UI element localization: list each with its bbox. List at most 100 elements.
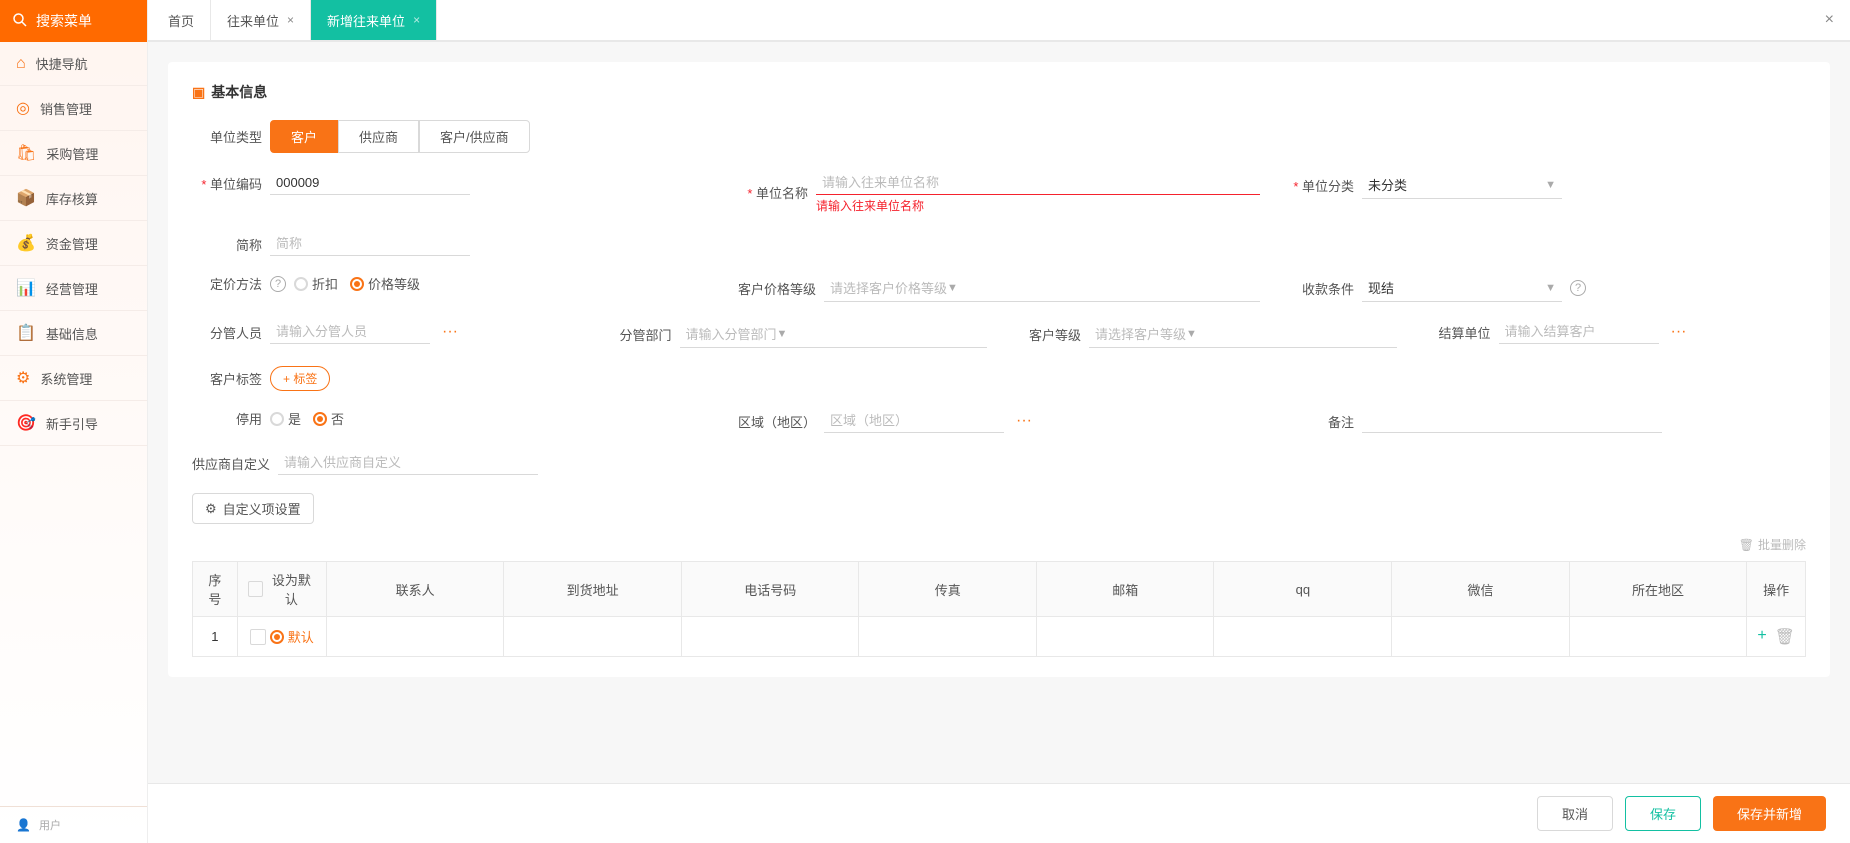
custom-settings-button[interactable]: ⚙ 自定义项设置 (192, 493, 314, 524)
unit-code-input[interactable] (270, 171, 470, 195)
disabled-region-row: 停用 是 否 区域（地区） (192, 409, 1806, 433)
row-checkbox[interactable] (250, 629, 266, 645)
tab-partners[interactable]: 往来单位 × (211, 0, 311, 40)
fax-input[interactable] (869, 625, 1026, 648)
phone-input[interactable] (692, 625, 849, 648)
sidebar-item-label: 库存核算 (46, 189, 98, 208)
close-all-tabs[interactable]: × (1809, 0, 1850, 40)
manager-more-btn[interactable]: ··· (438, 323, 462, 341)
select-all-checkbox[interactable] (248, 581, 263, 597)
radio-price-level[interactable]: 价格等级 (350, 274, 420, 293)
unit-name-input-wrap: 请输入往来单位名称 (816, 171, 1260, 214)
payment-terms-select[interactable]: 现结 ▼ (1362, 274, 1562, 302)
disabled-label: 停用 (192, 409, 262, 428)
btn-customer[interactable]: 客户 (270, 120, 338, 153)
sidebar-item-sales[interactable]: ◎ 销售管理 (0, 86, 147, 131)
col-fax: 传真 (859, 562, 1037, 617)
btn-both[interactable]: 客户/供应商 (419, 120, 530, 153)
email-input[interactable] (1047, 625, 1204, 648)
tab-new-partner[interactable]: 新增往来单位 × (311, 0, 437, 40)
batch-delete-icon: 🗑 (1739, 538, 1754, 552)
row-address[interactable] (504, 617, 682, 657)
batch-delete-button[interactable]: 🗑 批量删除 (1739, 536, 1806, 553)
row-region-input[interactable] (1580, 625, 1737, 648)
btn-supplier[interactable]: 供应商 (338, 120, 419, 153)
region-input[interactable] (824, 409, 1004, 433)
sidebar-item-quick-nav[interactable]: ⌂ 快捷导航 (0, 42, 147, 86)
settlement-unit-input[interactable] (1499, 320, 1659, 344)
payment-help-icon[interactable]: ? (1570, 280, 1586, 296)
pricing-help-icon[interactable]: ? (270, 276, 286, 292)
add-tag-label: + 标签 (283, 370, 317, 387)
customer-level-select[interactable]: 请选择客户等级 ▼ (1089, 320, 1397, 348)
region-field: 区域（地区） ··· (738, 409, 1260, 433)
row-contact[interactable] (326, 617, 504, 657)
unit-category-field: 单位分类 未分类 ▼ (1284, 171, 1806, 199)
contact-input[interactable] (337, 625, 494, 648)
sidebar-item-operations[interactable]: 📊 经营管理 (0, 266, 147, 311)
save-new-button[interactable]: 保存并新增 (1713, 796, 1826, 831)
sidebar-item-system[interactable]: ⚙ 系统管理 (0, 356, 147, 401)
radio-no[interactable]: 否 (313, 409, 344, 428)
radio-yes[interactable]: 是 (270, 409, 301, 428)
tab-partners-close[interactable]: × (287, 13, 294, 27)
row-region[interactable] (1569, 617, 1747, 657)
row-wechat[interactable] (1392, 617, 1570, 657)
sidebar-item-basic-info[interactable]: 📋 基础信息 (0, 311, 147, 356)
add-row-button[interactable]: + (1757, 627, 1766, 647)
address-input[interactable] (514, 625, 671, 648)
sidebar-item-label: 经营管理 (46, 279, 98, 298)
manager-input[interactable] (270, 320, 430, 344)
finance-icon: 💰 (16, 233, 36, 253)
search-menu-label: 搜索菜单 (36, 11, 92, 31)
basic-info-section: ▣ 基本信息 单位类型 客户 供应商 客户/供应商 单位编码 (168, 62, 1830, 677)
unit-name-input[interactable] (816, 171, 1260, 195)
wechat-input[interactable] (1402, 625, 1559, 648)
unit-category-select[interactable]: 未分类 ▼ (1362, 171, 1562, 199)
table-head: 序号 设为默认 联系人 到货地址 电话号码 传真 邮箱 qq (193, 562, 1806, 617)
customer-price-level-select[interactable]: 请选择客户价格等级 ▼ (824, 274, 1260, 302)
row-email[interactable] (1036, 617, 1214, 657)
cancel-button[interactable]: 取消 (1537, 796, 1613, 831)
radio-discount[interactable]: 折扣 (294, 274, 338, 293)
radio-discount-label: 折扣 (312, 274, 338, 293)
tab-new-partner-close[interactable]: × (413, 13, 420, 27)
remarks-label: 备注 (1284, 412, 1354, 431)
radio-price-level-circle (350, 277, 364, 291)
short-name-field: 简称 (192, 232, 1806, 256)
col-region: 所在地区 (1569, 562, 1747, 617)
tab-home[interactable]: 首页 (152, 0, 211, 40)
sidebar-item-purchase[interactable]: 🛍 采购管理 (0, 131, 147, 176)
department-select[interactable]: 请输入分管部门 ▼ (680, 320, 988, 348)
col-action: 操作 (1747, 562, 1806, 617)
tab-home-label: 首页 (168, 11, 194, 30)
customer-price-level-placeholder: 请选择客户价格等级 (830, 278, 947, 297)
section-title-text: 基本信息 (211, 82, 267, 102)
short-name-input[interactable] (270, 232, 470, 256)
delete-row-button[interactable]: 🗑 (1775, 627, 1795, 647)
customer-price-level-label: 客户价格等级 (738, 279, 816, 298)
unit-type-buttons: 客户 供应商 客户/供应商 (270, 120, 530, 153)
sidebar-item-inventory[interactable]: 📦 库存核算 (0, 176, 147, 221)
col-address: 到货地址 (504, 562, 682, 617)
search-menu-item[interactable]: 搜索菜单 (0, 0, 147, 42)
gear-icon: ⚙ (205, 501, 217, 517)
sidebar-item-finance[interactable]: 💰 资金管理 (0, 221, 147, 266)
save-button[interactable]: 保存 (1625, 796, 1701, 831)
region-more-btn[interactable]: ··· (1012, 412, 1036, 430)
row-phone[interactable] (681, 617, 859, 657)
contact-table: 序号 设为默认 联系人 到货地址 电话号码 传真 邮箱 qq (192, 561, 1806, 657)
radio-yes-circle (270, 412, 284, 426)
supplier-custom-input[interactable] (278, 451, 538, 475)
remarks-input[interactable] (1362, 409, 1662, 433)
row-fax[interactable] (859, 617, 1037, 657)
category-dropdown-arrow: ▼ (1545, 179, 1556, 191)
row-default-radio[interactable]: 默认 (270, 627, 314, 646)
row-qq[interactable] (1214, 617, 1392, 657)
section-title: ▣ 基本信息 (192, 82, 1806, 102)
settlement-more-btn[interactable]: ··· (1667, 323, 1691, 341)
sidebar-item-guide[interactable]: 🎯 新手引导 (0, 401, 147, 446)
qq-input[interactable] (1224, 625, 1381, 648)
add-tag-button[interactable]: + 标签 (270, 366, 330, 391)
col-seq: 序号 (193, 562, 238, 617)
